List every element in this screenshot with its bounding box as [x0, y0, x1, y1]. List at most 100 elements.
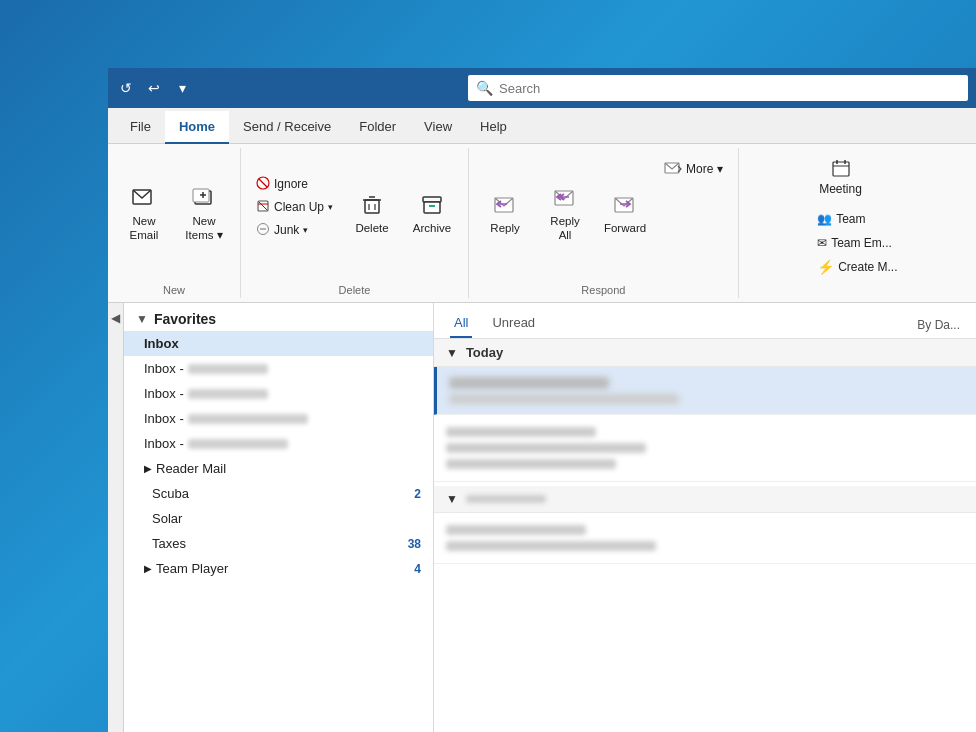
more-icon [664, 159, 682, 180]
taxes-label: Taxes [152, 536, 186, 551]
cleanup-icon [256, 199, 270, 216]
email-item-3[interactable] [434, 513, 976, 564]
sidebar: ▼ Favorites Inbox Inbox - Inbox - Inbox … [124, 303, 434, 732]
reply-all-button[interactable]: ReplyAll [537, 182, 593, 248]
sidebar-item-inbox-active[interactable]: Inbox [124, 331, 433, 356]
junk-label: Junk [274, 223, 299, 237]
paul-btn[interactable]: ✉ Team Em... [810, 232, 899, 254]
archive-button[interactable]: Archive [404, 182, 460, 248]
team-icon: 👥 [817, 212, 832, 226]
sidebar-item-team-player[interactable]: ▶ Team Player 4 [124, 556, 433, 581]
sidebar-item-inbox-4[interactable]: Inbox - [124, 431, 433, 456]
ribbon-group-delete: Ignore Clean Up ▾ Junk ▾ [241, 148, 469, 298]
group-name-blurred [466, 495, 546, 503]
team-player-count: 4 [414, 562, 421, 576]
ribbon-group-meeting: Meeting 👥 Team ✉ Team Em... ⚡ Create M..… [739, 148, 976, 298]
inbox-4-label: Inbox - [144, 436, 184, 451]
tab-help[interactable]: Help [466, 111, 521, 144]
sidebar-item-inbox-1[interactable]: Inbox - [124, 356, 433, 381]
sidebar-item-inbox-2[interactable]: Inbox - [124, 381, 433, 406]
favorites-header[interactable]: ▼ Favorites [124, 303, 433, 331]
email-item-1-content [449, 377, 964, 404]
ribbon: NewEmail NewItems ▾ New [108, 144, 976, 303]
reply-all-icon [553, 187, 577, 213]
svg-rect-12 [365, 200, 379, 213]
create-m-btn[interactable]: ⚡ Create M... [810, 256, 904, 278]
sidebar-item-inbox-3[interactable]: Inbox - [124, 406, 433, 431]
sidebar-item-solar[interactable]: Solar [124, 506, 433, 531]
forward-icon [613, 194, 637, 220]
team-label-btn[interactable]: 👥 Team [810, 208, 872, 230]
svg-rect-27 [833, 162, 849, 176]
search-bar: 🔍 [468, 75, 968, 101]
inbox-3-label: Inbox - [144, 411, 184, 426]
more-label: More ▾ [686, 162, 723, 176]
new-email-label: NewEmail [130, 215, 159, 243]
tab-folder[interactable]: Folder [345, 111, 410, 144]
new-items-button[interactable]: NewItems ▾ [176, 182, 232, 248]
paul-icon: ✉ [817, 236, 827, 250]
favorites-chevron: ▼ [136, 312, 148, 326]
group-chevron: ▼ [446, 492, 458, 506]
quick-access-dropdown[interactable]: ▾ [172, 78, 192, 98]
inbox-active-label: Inbox [144, 336, 179, 351]
email-3-sender [446, 525, 586, 535]
email-item-2[interactable] [434, 415, 976, 482]
meeting-button[interactable]: Meeting [810, 152, 871, 202]
svg-rect-18 [424, 202, 440, 213]
tab-file[interactable]: File [116, 111, 165, 144]
email-2-preview [446, 459, 616, 469]
junk-icon [256, 222, 270, 239]
refresh-icon[interactable]: ↺ [116, 78, 136, 98]
tab-home[interactable]: Home [165, 111, 229, 144]
email-group-separator: ▼ [434, 486, 976, 513]
search-input[interactable] [499, 81, 960, 96]
forward-button[interactable]: Forward [597, 182, 653, 248]
main-body: ◀ ▼ Favorites Inbox Inbox - Inbox - Inbo… [108, 303, 976, 732]
tab-unread[interactable]: Unread [488, 311, 539, 338]
scuba-label: Scuba [152, 486, 189, 501]
inbox-3-blurred [188, 414, 308, 424]
new-email-button[interactable]: NewEmail [116, 182, 172, 248]
email-item-1[interactable] [434, 367, 976, 415]
undo-icon[interactable]: ↩ [144, 78, 164, 98]
team-player-chevron: ▶ [144, 563, 152, 574]
team-player-label: Team Player [156, 561, 228, 576]
email-group-today: ▼ Today [434, 339, 976, 367]
cleanup-dropdown-icon: ▾ [328, 202, 333, 212]
tab-send-receive[interactable]: Send / Receive [229, 111, 345, 144]
meeting-label: Meeting [819, 182, 862, 196]
ribbon-group-new-label: New [108, 284, 240, 296]
new-items-icon [192, 187, 216, 213]
sidebar-toggle[interactable]: ◀ [108, 303, 124, 732]
archive-label: Archive [413, 222, 451, 236]
cleanup-label: Clean Up [274, 200, 324, 214]
sidebar-item-scuba[interactable]: Scuba 2 [124, 481, 433, 506]
inbox-1-label: Inbox - [144, 361, 184, 376]
cleanup-button[interactable]: Clean Up ▾ [249, 196, 340, 218]
reply-icon [493, 194, 517, 220]
meeting-icon [832, 159, 850, 180]
delete-button[interactable]: Delete [344, 182, 400, 248]
more-respond-button[interactable]: More ▾ [657, 158, 730, 180]
ignore-button[interactable]: Ignore [249, 173, 340, 195]
tab-view[interactable]: View [410, 111, 466, 144]
ignore-icon [256, 176, 270, 193]
sort-label[interactable]: By Da... [917, 318, 960, 332]
sidebar-item-reader-mail[interactable]: ▶ Reader Mail [124, 456, 433, 481]
email-list: ▼ Today ▼ [434, 339, 976, 732]
create-m-icon: ⚡ [817, 259, 834, 275]
inbox-1-blurred [188, 364, 268, 374]
email-2-sender [446, 427, 596, 437]
junk-button[interactable]: Junk ▾ [249, 219, 340, 241]
solar-label: Solar [152, 511, 182, 526]
inbox-2-label: Inbox - [144, 386, 184, 401]
inbox-2-blurred [188, 389, 268, 399]
tab-all[interactable]: All [450, 311, 472, 338]
sidebar-item-taxes[interactable]: Taxes 38 [124, 531, 433, 556]
forward-label: Forward [604, 222, 646, 236]
paul-label: Team Em... [831, 236, 892, 250]
reply-button[interactable]: Reply [477, 182, 533, 248]
delete-small-buttons: Ignore Clean Up ▾ Junk ▾ [249, 173, 340, 257]
delete-icon [361, 194, 383, 220]
